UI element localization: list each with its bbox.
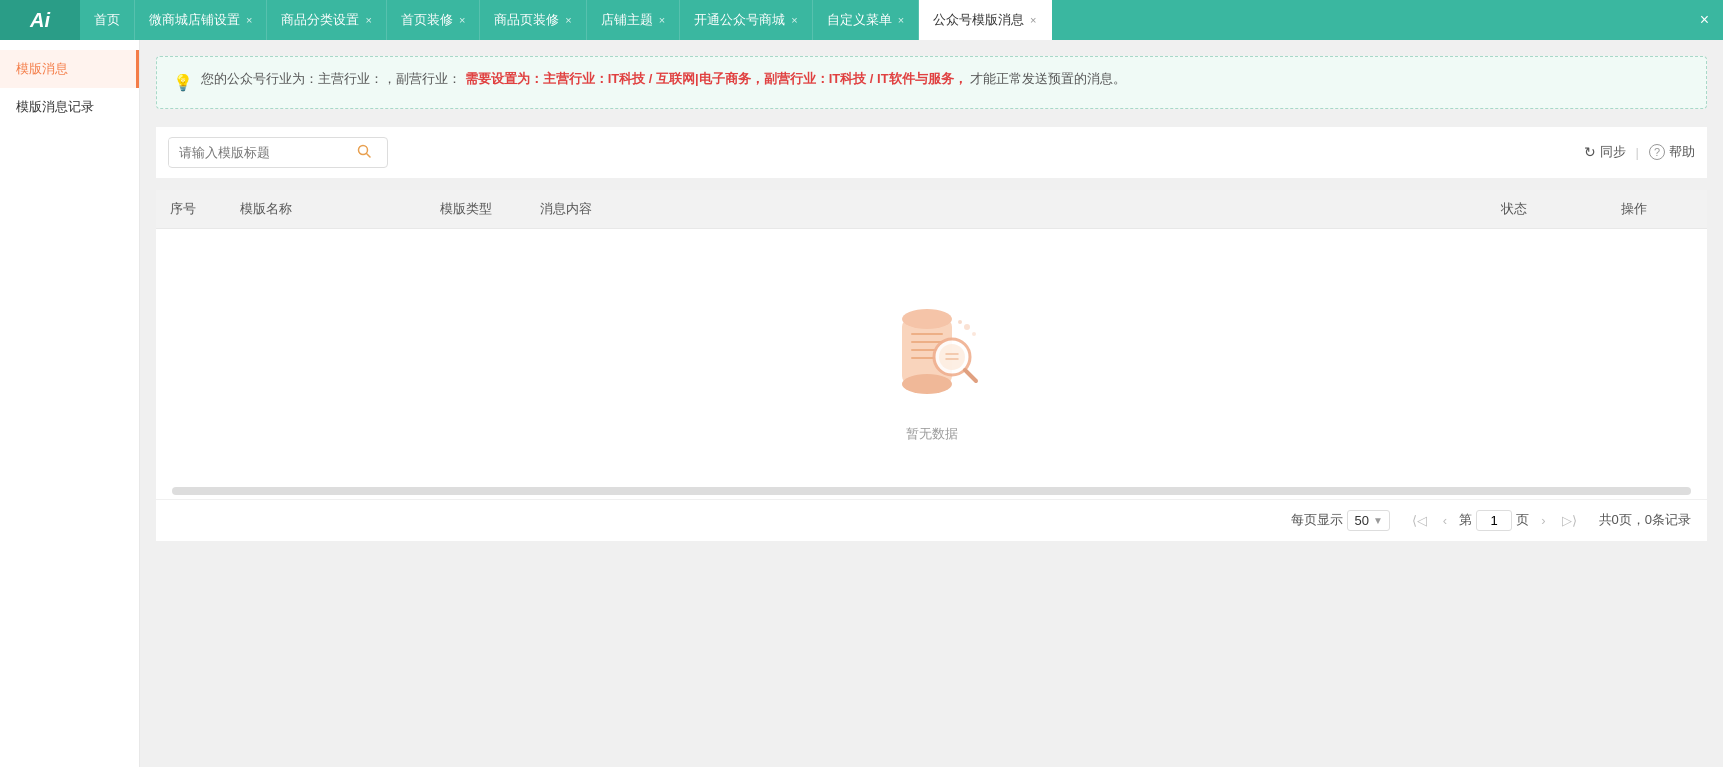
fake-scrollbar[interactable] (172, 487, 1691, 495)
nav-tab-product-category-close[interactable]: × (365, 14, 371, 26)
notice-icon: 💡 (173, 70, 193, 96)
table-wrap: 序号 模版名称 模版类型 消息内容 状态 操作 (156, 190, 1707, 541)
toolbar-right: ↻ 同步 | ? 帮助 (1584, 143, 1695, 161)
main-layout: 模版消息 模版消息记录 💡 您的公众号行业为：主营行业：，副营行业： 需要设置为… (0, 40, 1723, 767)
search-button[interactable] (349, 138, 379, 167)
th-content: 消息内容 (526, 190, 1487, 229)
nav-tab-custom-menu-label: 自定义菜单 (827, 11, 892, 29)
page-number-input[interactable] (1476, 510, 1512, 531)
nav-tab-open-mall[interactable]: 开通公众号商城 × (680, 0, 812, 40)
toolbar: ↻ 同步 | ? 帮助 (156, 127, 1707, 178)
svg-point-16 (972, 332, 976, 336)
scrollbar-row (156, 483, 1707, 499)
page-suffix: 页 (1516, 511, 1529, 529)
top-nav: Ai 首页 微商城店铺设置 × 商品分类设置 × 首页装修 × 商品页装修 × … (0, 0, 1723, 40)
notice-box: 💡 您的公众号行业为：主营行业：，副营行业： 需要设置为：主营行业：IT科技 /… (156, 56, 1707, 109)
page-total: 共0页，0条记录 (1599, 511, 1691, 529)
per-page-dropdown-icon: ▼ (1373, 515, 1383, 526)
svg-point-4 (902, 309, 952, 329)
sync-button[interactable]: ↻ 同步 (1584, 143, 1626, 161)
empty-text: 暂无数据 (176, 425, 1687, 443)
table-header-row: 序号 模版名称 模版类型 消息内容 状态 操作 (156, 190, 1707, 229)
logo: Ai (0, 0, 80, 40)
notice-highlight: 需要设置为：主营行业：IT科技 / 互联网|电子商务，副营行业：IT科技 / I… (465, 71, 967, 86)
nav-tab-custom-menu-close[interactable]: × (898, 14, 904, 26)
nav-tab-shop-theme-close[interactable]: × (659, 14, 665, 26)
empty-icon (872, 289, 992, 409)
nav-tab-home-decor-close[interactable]: × (459, 14, 465, 26)
page-prev-button[interactable]: ‹ (1439, 511, 1451, 530)
nav-tab-product-category-label: 商品分类设置 (281, 11, 359, 29)
nav-tab-shop-settings-label: 微商城店铺设置 (149, 11, 240, 29)
sync-icon: ↻ (1584, 144, 1596, 160)
svg-point-17 (958, 320, 962, 324)
svg-point-5 (902, 374, 952, 394)
nav-tab-template-msg-close[interactable]: × (1030, 14, 1036, 26)
page-size-select: 每页显示 50 ▼ (1291, 510, 1389, 531)
sidebar-item-template-msg-label: 模版消息 (16, 61, 68, 76)
page-last-button[interactable]: ▷⟩ (1558, 511, 1581, 530)
nav-tab-shop-settings[interactable]: 微商城店铺设置 × (135, 0, 267, 40)
sidebar-item-template-msg-record-label: 模版消息记录 (16, 99, 94, 114)
nav-tab-home-label: 首页 (94, 11, 120, 29)
empty-state: 暂无数据 (156, 229, 1707, 483)
sidebar: 模版消息 模版消息记录 (0, 40, 140, 767)
th-name: 模版名称 (226, 190, 426, 229)
pagination: 每页显示 50 ▼ ⟨◁ ‹ 第 页 › ▷⟩ 共0页，0条记录 (156, 499, 1707, 541)
nav-tab-shop-theme-label: 店铺主题 (601, 11, 653, 29)
sidebar-item-template-msg-record[interactable]: 模版消息记录 (0, 88, 139, 126)
th-status: 状态 (1487, 190, 1607, 229)
page-input-wrap: 第 页 (1459, 510, 1529, 531)
page-next-button[interactable]: › (1537, 511, 1549, 530)
empty-row: 暂无数据 (156, 228, 1707, 483)
nav-tab-open-mall-close[interactable]: × (791, 14, 797, 26)
nav-tab-home-decor[interactable]: 首页装修 × (387, 0, 480, 40)
nav-tab-product-decor[interactable]: 商品页装修 × (480, 0, 586, 40)
nav-tab-product-decor-close[interactable]: × (565, 14, 571, 26)
search-input[interactable] (169, 139, 349, 166)
nav-tab-shop-theme[interactable]: 店铺主题 × (587, 0, 680, 40)
nav-tab-template-msg[interactable]: 公众号模版消息 × (919, 0, 1051, 40)
nav-tab-template-msg-label: 公众号模版消息 (933, 11, 1024, 29)
svg-line-1 (367, 153, 371, 157)
svg-point-11 (939, 344, 965, 370)
per-page-label: 每页显示 (1291, 511, 1343, 529)
help-icon: ? (1649, 144, 1665, 160)
help-button[interactable]: ? 帮助 (1649, 143, 1695, 161)
data-table: 序号 模版名称 模版类型 消息内容 状态 操作 (156, 190, 1707, 483)
nav-tab-custom-menu[interactable]: 自定义菜单 × (813, 0, 919, 40)
nav-tab-home-decor-label: 首页装修 (401, 11, 453, 29)
th-action: 操作 (1607, 190, 1707, 229)
th-type: 模版类型 (426, 190, 526, 229)
nav-tab-product-category[interactable]: 商品分类设置 × (267, 0, 386, 40)
per-page-select[interactable]: 50 ▼ (1347, 510, 1389, 531)
svg-line-12 (965, 370, 976, 381)
th-index: 序号 (156, 190, 226, 229)
content-area: 💡 您的公众号行业为：主营行业：，副营行业： 需要设置为：主营行业：IT科技 /… (140, 40, 1723, 767)
sidebar-item-template-msg[interactable]: 模版消息 (0, 50, 139, 88)
nav-tab-home[interactable]: 首页 (80, 0, 135, 40)
notice-text: 您的公众号行业为：主营行业：，副营行业： 需要设置为：主营行业：IT科技 / 互… (201, 69, 1126, 90)
nav-tab-open-mall-label: 开通公众号商城 (694, 11, 785, 29)
svg-point-15 (964, 324, 970, 330)
nav-tab-shop-settings-close[interactable]: × (246, 14, 252, 26)
toolbar-divider: | (1636, 145, 1639, 160)
search-box (168, 137, 388, 168)
global-close-button[interactable]: × (1686, 0, 1723, 40)
page-first-button[interactable]: ⟨◁ (1408, 511, 1431, 530)
page-label: 第 (1459, 511, 1472, 529)
nav-tabs: 首页 微商城店铺设置 × 商品分类设置 × 首页装修 × 商品页装修 × 店铺主… (80, 0, 1686, 40)
nav-tab-product-decor-label: 商品页装修 (494, 11, 559, 29)
